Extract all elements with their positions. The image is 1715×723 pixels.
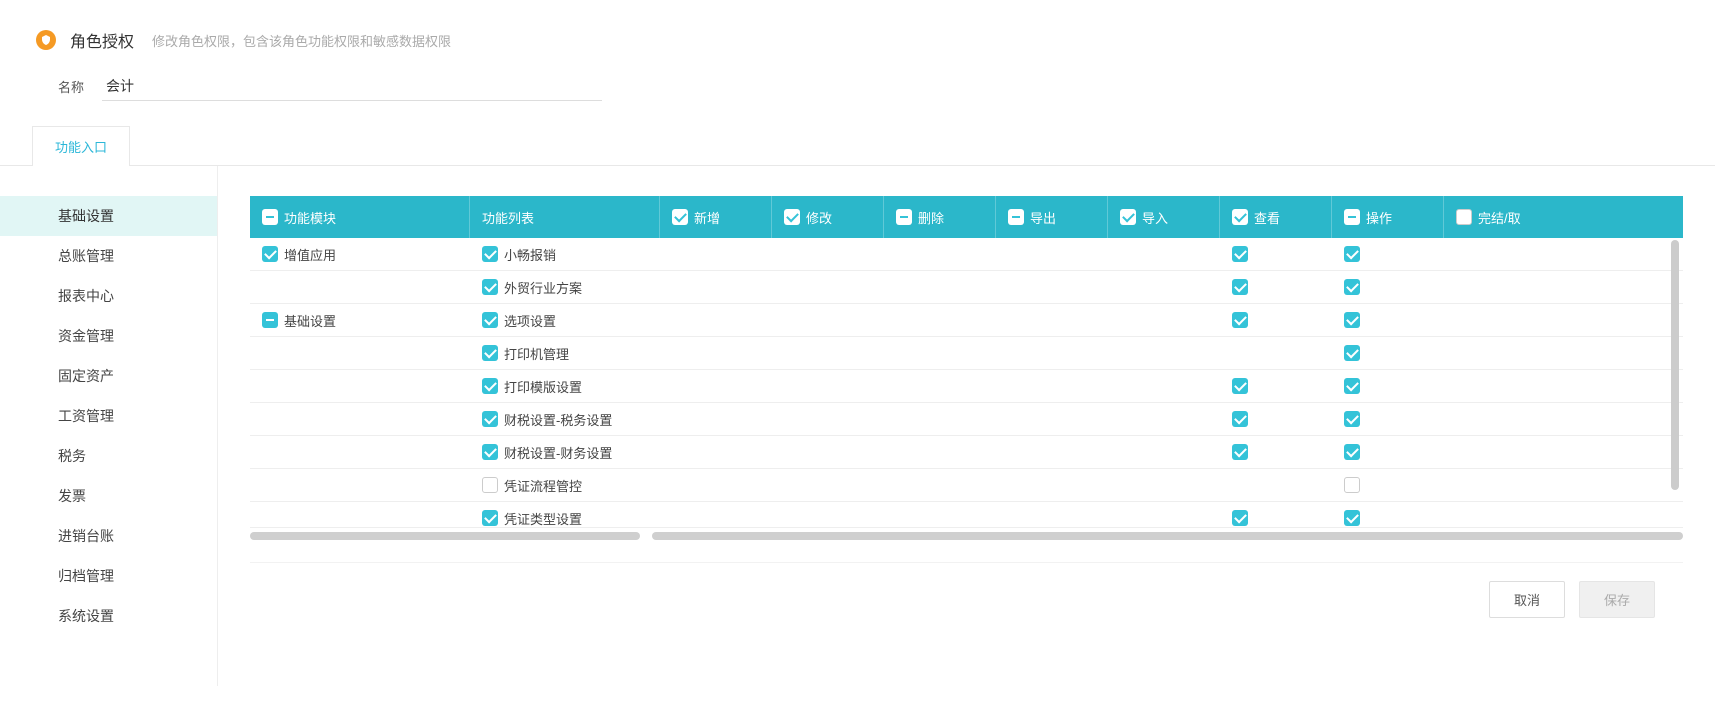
view-checkbox[interactable]	[1232, 444, 1248, 460]
header-export-checkbox[interactable]	[1008, 209, 1024, 225]
sidebar-item-9[interactable]: 归档管理	[0, 556, 217, 596]
op-checkbox[interactable]	[1344, 477, 1360, 493]
item-label: 打印模版设置	[504, 377, 582, 396]
view-checkbox[interactable]	[1232, 312, 1248, 328]
page-title: 角色授权	[70, 28, 134, 52]
table-row: 增值应用 小畅报销	[250, 238, 1683, 271]
item-checkbox[interactable]	[482, 444, 498, 460]
item-label: 凭证类型设置	[504, 509, 582, 528]
item-checkbox[interactable]	[482, 411, 498, 427]
save-button[interactable]: 保存	[1579, 581, 1655, 618]
table-row: 基础设置 选项设置	[250, 304, 1683, 337]
item-checkbox[interactable]	[482, 345, 498, 361]
header-import-checkbox[interactable]	[1120, 209, 1136, 225]
sidebar-item-7[interactable]: 发票	[0, 476, 217, 516]
tab-strip: 功能入口	[0, 125, 1715, 166]
name-row: 名称	[0, 72, 1715, 125]
table-row: 财税设置-税务设置	[250, 403, 1683, 436]
item-label: 外贸行业方案	[504, 278, 582, 297]
col-edit: 修改	[806, 208, 832, 227]
cancel-button[interactable]: 取消	[1489, 581, 1565, 618]
page-subtitle: 修改角色权限，包含该角色功能权限和敏感数据权限	[152, 31, 451, 50]
vertical-scrollbar[interactable]	[1671, 240, 1679, 490]
page-header: 角色授权 修改角色权限，包含该角色功能权限和敏感数据权限	[0, 0, 1715, 72]
col-del: 删除	[918, 208, 944, 227]
item-checkbox[interactable]	[482, 510, 498, 526]
header-del-checkbox[interactable]	[896, 209, 912, 225]
sidebar-item-1[interactable]: 总账管理	[0, 236, 217, 276]
header-view-checkbox[interactable]	[1232, 209, 1248, 225]
col-module: 功能模块	[284, 208, 336, 227]
role-name-input[interactable]	[102, 72, 602, 101]
item-label: 财税设置-税务设置	[504, 410, 612, 429]
item-label: 小畅报销	[504, 245, 556, 264]
op-checkbox[interactable]	[1344, 510, 1360, 526]
sidebar: 基础设置总账管理报表中心资金管理固定资产工资管理税务发票进销台账归档管理系统设置	[0, 166, 218, 686]
view-checkbox[interactable]	[1232, 279, 1248, 295]
permissions-table-scroll[interactable]: 功能模块 功能列表 新增 修改	[250, 196, 1683, 528]
sidebar-item-4[interactable]: 固定资产	[0, 356, 217, 396]
header-add-checkbox[interactable]	[672, 209, 688, 225]
item-label: 选项设置	[504, 311, 556, 330]
name-label: 名称	[58, 77, 84, 96]
col-export: 导出	[1030, 208, 1056, 227]
op-checkbox[interactable]	[1344, 246, 1360, 262]
module-checkbox[interactable]	[262, 312, 278, 328]
sidebar-item-3[interactable]: 资金管理	[0, 316, 217, 356]
col-import: 导入	[1142, 208, 1168, 227]
header-edit-checkbox[interactable]	[784, 209, 800, 225]
module-checkbox[interactable]	[262, 246, 278, 262]
sidebar-item-2[interactable]: 报表中心	[0, 276, 217, 316]
item-label: 打印机管理	[504, 344, 569, 363]
footer-actions: 取消 保存	[250, 562, 1683, 636]
op-checkbox[interactable]	[1344, 378, 1360, 394]
col-view: 查看	[1254, 208, 1280, 227]
op-checkbox[interactable]	[1344, 411, 1360, 427]
view-checkbox[interactable]	[1232, 510, 1248, 526]
item-checkbox[interactable]	[482, 378, 498, 394]
op-checkbox[interactable]	[1344, 279, 1360, 295]
col-final: 完结/取	[1478, 208, 1521, 227]
col-list: 功能列表	[482, 208, 534, 227]
horizontal-scrollbar[interactable]	[250, 532, 1683, 544]
op-checkbox[interactable]	[1344, 312, 1360, 328]
view-checkbox[interactable]	[1232, 378, 1248, 394]
item-label: 凭证流程管控	[504, 476, 582, 495]
table-row: 打印机管理	[250, 337, 1683, 370]
item-checkbox[interactable]	[482, 312, 498, 328]
table-row: 打印模版设置	[250, 370, 1683, 403]
table-row: 外贸行业方案	[250, 271, 1683, 304]
sidebar-item-10[interactable]: 系统设置	[0, 596, 217, 636]
item-label: 财税设置-财务设置	[504, 443, 612, 462]
col-op: 操作	[1366, 208, 1392, 227]
module-label: 增值应用	[284, 245, 336, 264]
permissions-panel: 功能模块 功能列表 新增 修改	[218, 166, 1715, 686]
table-row: 财税设置-财务设置	[250, 436, 1683, 469]
table-header: 功能模块 功能列表 新增 修改	[250, 196, 1683, 238]
view-checkbox[interactable]	[1232, 246, 1248, 262]
header-final-checkbox[interactable]	[1456, 209, 1472, 225]
view-checkbox[interactable]	[1232, 411, 1248, 427]
sidebar-item-0[interactable]: 基础设置	[0, 196, 217, 236]
sidebar-item-5[interactable]: 工资管理	[0, 396, 217, 436]
table-row: 凭证类型设置	[250, 502, 1683, 528]
table-row: 凭证流程管控	[250, 469, 1683, 502]
tab-function-entry[interactable]: 功能入口	[32, 126, 130, 166]
item-checkbox[interactable]	[482, 279, 498, 295]
table-body: 增值应用 小畅报销外贸行业方案基础设置 选项设置打印机管理打印模版设置财税设置-税务…	[250, 238, 1683, 528]
op-checkbox[interactable]	[1344, 444, 1360, 460]
col-add: 新增	[694, 208, 720, 227]
module-label: 基础设置	[284, 311, 336, 330]
sidebar-item-6[interactable]: 税务	[0, 436, 217, 476]
op-checkbox[interactable]	[1344, 345, 1360, 361]
header-module-checkbox[interactable]	[262, 209, 278, 225]
sidebar-item-8[interactable]: 进销台账	[0, 516, 217, 556]
item-checkbox[interactable]	[482, 477, 498, 493]
shield-icon	[36, 30, 56, 50]
item-checkbox[interactable]	[482, 246, 498, 262]
header-op-checkbox[interactable]	[1344, 209, 1360, 225]
